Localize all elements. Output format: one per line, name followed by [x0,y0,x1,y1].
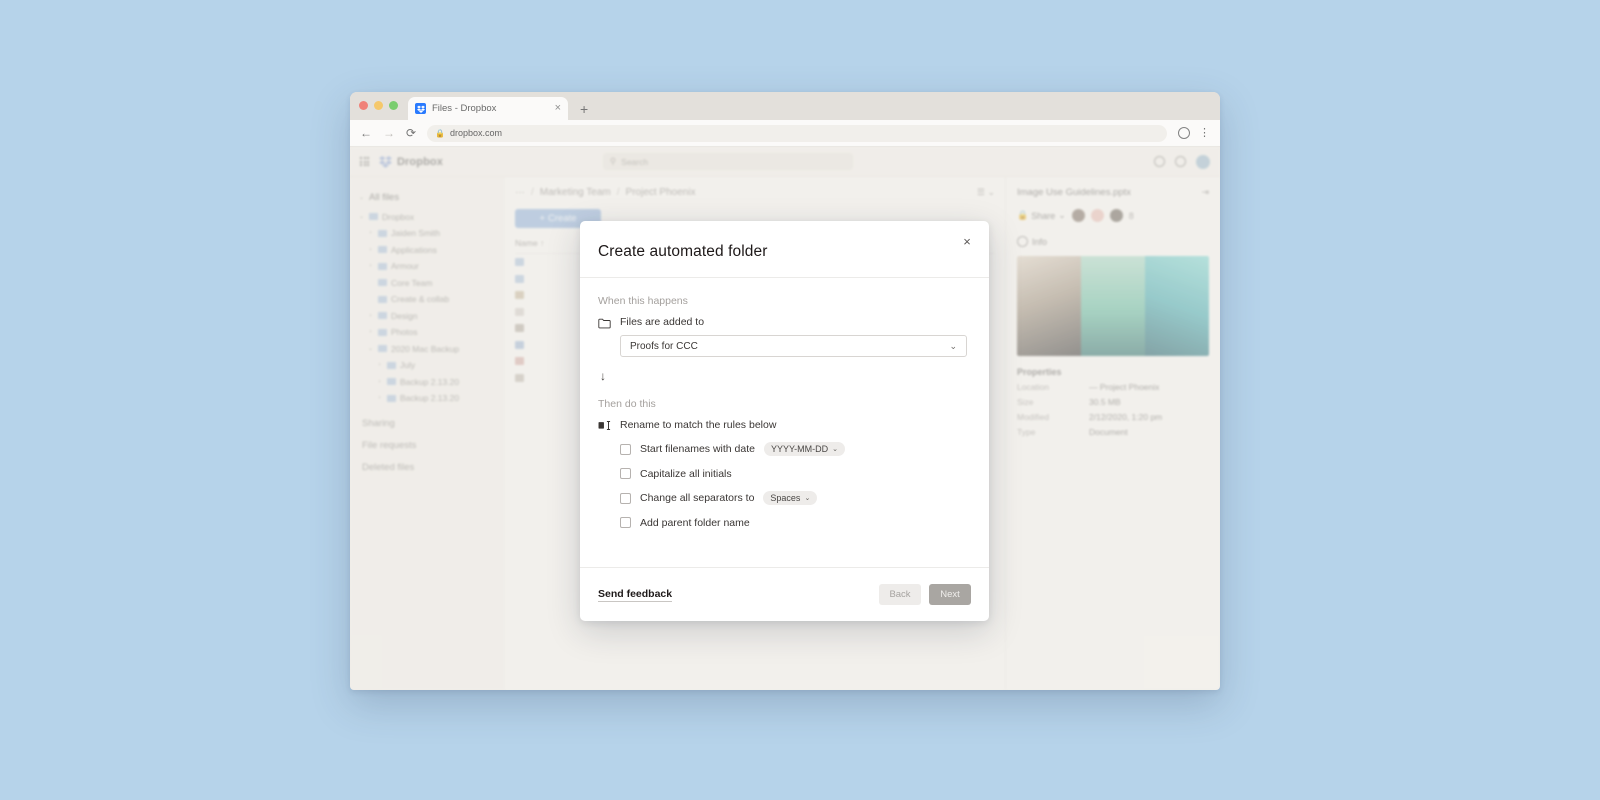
rule-option-value: YYYY-MM-DD [770,444,829,455]
rule-row: Capitalize all initials [620,462,967,487]
rule-label: Change all separators to [640,492,755,505]
back-button[interactable]: Back [879,584,921,605]
rule-row: Start filenames with date YYYY-MM-DD ⌄ [620,437,967,462]
rules-list: Start filenames with date YYYY-MM-DD ⌄ Capi… [598,437,967,535]
rule-checkbox[interactable] [620,517,631,529]
rule-row: Change all separators to Spaces ⌄ [620,486,967,511]
rule-option-dropdown[interactable]: YYYY-MM-DD ⌄ [763,442,846,457]
dialog-title: Create automated folder [598,243,768,260]
chevron-down-icon: ⌄ [832,446,839,454]
trigger-label: Files are added to [620,316,705,328]
when-this-happens-label: When this happens [598,295,688,307]
dialog-body: When this happens Files are added to Pro… [580,278,989,567]
rule-checkbox[interactable] [620,443,631,455]
rule-row: Add parent folder name [620,511,967,536]
next-button[interactable]: Next [929,584,971,605]
flow-arrow-icon: ↓ [600,369,606,383]
rename-icon [598,420,611,430]
dialog-header: Create automated folder × [580,221,989,278]
rule-checkbox[interactable] [620,492,631,504]
action-label: Rename to match the rules below [620,419,777,431]
rule-option-dropdown[interactable]: Spaces ⌄ [763,491,818,506]
trigger-main: Files are added to Proofs for CCC ⌄ [620,316,967,357]
then-do-this-label: Then do this [598,398,656,410]
dialog-footer: Send feedback Back Next [580,567,989,621]
close-icon[interactable]: × [959,233,975,249]
folder-select[interactable]: Proofs for CCC ⌄ [620,335,967,357]
rule-label: Capitalize all initials [640,467,732,480]
create-automated-folder-dialog: Create automated folder × When this happ… [580,221,989,621]
trigger-row: Files are added to Proofs for CCC ⌄ [598,316,967,357]
dialog-actions: Back Next [879,584,971,605]
folder-select-value: Proofs for CCC [630,340,698,352]
chevron-down-icon: ⌄ [804,495,811,503]
rule-label: Start filenames with date [640,443,755,456]
action-row: Rename to match the rules below [598,419,967,431]
rule-checkbox[interactable] [620,468,631,480]
chevron-down-icon: ⌄ [949,340,957,351]
folder-icon [598,318,611,329]
rule-label: Add parent folder name [640,516,750,529]
send-feedback-link[interactable]: Send feedback [598,588,673,602]
rule-option-value: Spaces [770,493,801,504]
